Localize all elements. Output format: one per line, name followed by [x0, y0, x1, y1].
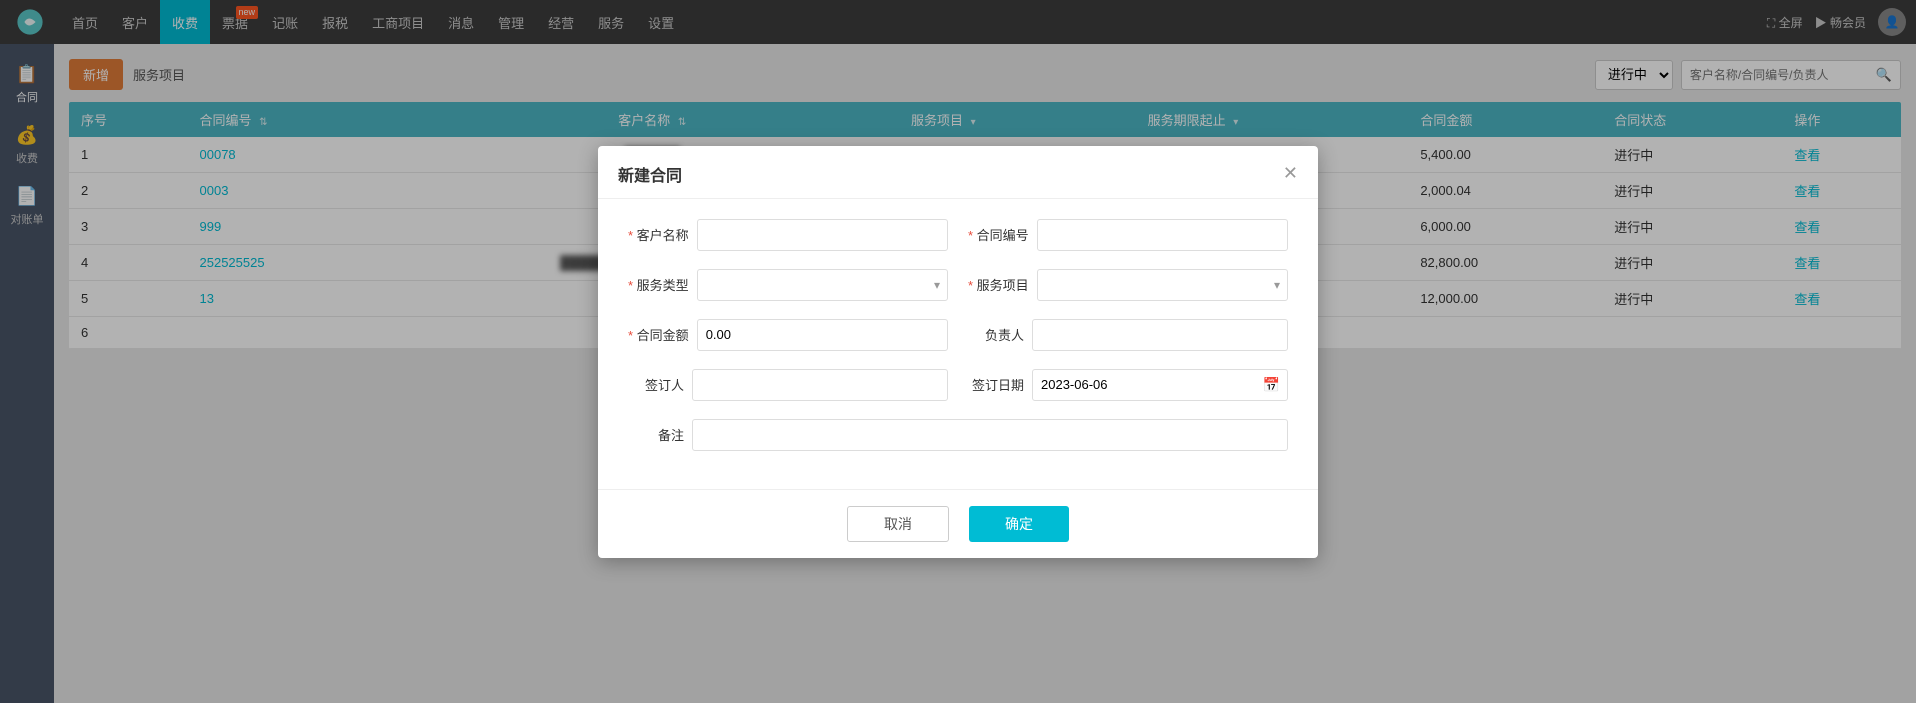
form-group-service-type: 服务类型 — [628, 269, 948, 301]
remark-input[interactable] — [692, 419, 1288, 451]
form-group-responsible: 负责人 — [968, 319, 1288, 351]
signer-input[interactable] — [692, 369, 948, 401]
form-group-amount: 合同金额 — [628, 319, 948, 351]
modal-footer: 取消 确定 — [598, 489, 1318, 558]
form-group-remark: 备注 — [628, 419, 1288, 451]
confirm-button[interactable]: 确定 — [969, 506, 1069, 542]
sign-date-label: 签订日期 — [968, 375, 1024, 394]
form-row-4: 签订人 签订日期 📅 — [628, 369, 1288, 401]
form-row-5: 备注 — [628, 419, 1288, 451]
service-item-select[interactable] — [1037, 269, 1288, 301]
customer-name-label: 客户名称 — [628, 225, 689, 244]
new-contract-modal: 新建合同 ✕ 客户名称 合同编号 服务类型 — [598, 146, 1318, 558]
sign-date-input[interactable] — [1032, 369, 1288, 401]
cancel-button[interactable]: 取消 — [847, 506, 949, 542]
service-type-label: 服务类型 — [628, 275, 689, 294]
form-group-contract-no: 合同编号 — [968, 219, 1288, 251]
signer-label: 签订人 — [628, 375, 684, 394]
remark-label: 备注 — [628, 425, 684, 444]
modal-body: 客户名称 合同编号 服务类型 服务项目 — [598, 199, 1318, 489]
form-group-signer: 签订人 — [628, 369, 948, 401]
amount-input[interactable] — [697, 319, 948, 351]
form-row-2: 服务类型 服务项目 — [628, 269, 1288, 301]
modal-title: 新建合同 — [618, 162, 682, 186]
service-item-label: 服务项目 — [968, 275, 1029, 294]
responsible-input[interactable] — [1032, 319, 1288, 351]
responsible-label: 负责人 — [968, 325, 1024, 344]
modal-overlay: 新建合同 ✕ 客户名称 合同编号 服务类型 — [0, 0, 1916, 703]
form-row-3: 合同金额 负责人 — [628, 319, 1288, 351]
contract-no-label: 合同编号 — [968, 225, 1029, 244]
form-group-customer-name: 客户名称 — [628, 219, 948, 251]
modal-close-button[interactable]: ✕ — [1283, 163, 1298, 184]
form-group-service-item: 服务项目 — [968, 269, 1288, 301]
modal-header: 新建合同 ✕ — [598, 146, 1318, 199]
form-group-sign-date: 签订日期 📅 — [968, 369, 1288, 401]
service-type-select-wrap — [697, 269, 948, 301]
service-type-select[interactable] — [697, 269, 948, 301]
sign-date-wrap: 📅 — [1032, 369, 1288, 401]
form-row-1: 客户名称 合同编号 — [628, 219, 1288, 251]
service-item-select-wrap — [1037, 269, 1288, 301]
amount-label: 合同金额 — [628, 325, 689, 344]
customer-name-input[interactable] — [697, 219, 948, 251]
contract-no-input[interactable] — [1037, 219, 1288, 251]
